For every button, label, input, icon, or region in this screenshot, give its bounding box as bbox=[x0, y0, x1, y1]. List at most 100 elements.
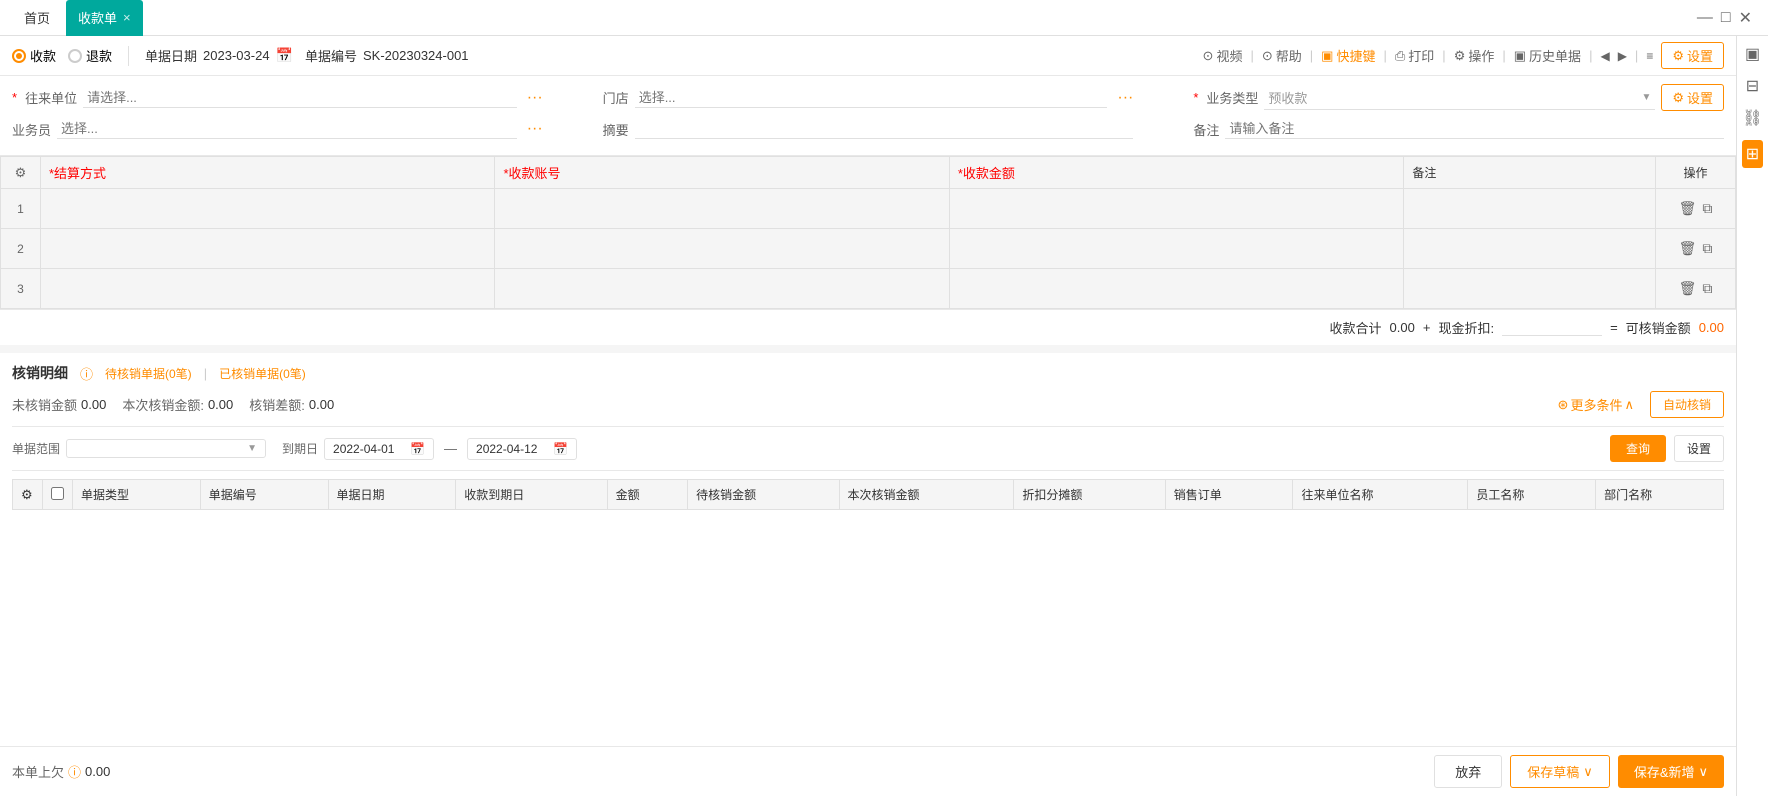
row-1-payment[interactable] bbox=[41, 189, 495, 229]
nav-left[interactable]: ◀ bbox=[1600, 49, 1609, 63]
bottom-stat: 本单上欠 ⓘ 0.00 bbox=[12, 762, 110, 781]
more-conditions-link[interactable]: ⊛ 更多条件 ∧ bbox=[1558, 395, 1634, 414]
row-3-account[interactable] bbox=[495, 269, 949, 309]
nav-right[interactable]: ▶ bbox=[1618, 49, 1627, 63]
this-time-stat: 本次核销金额: 0.00 bbox=[122, 395, 233, 414]
row-1-account[interactable] bbox=[495, 189, 949, 229]
verify-info-icon[interactable]: ⓘ bbox=[80, 364, 93, 383]
sidebar-icon-2[interactable]: ⊟ bbox=[1746, 76, 1759, 96]
partner-input[interactable] bbox=[83, 88, 517, 108]
tab-home[interactable]: 首页 bbox=[8, 0, 66, 36]
col-gear[interactable]: ⚙ bbox=[1, 157, 41, 189]
partner-more-icon[interactable]: ··· bbox=[527, 89, 543, 107]
row-2-delete-icon[interactable]: 🗑 bbox=[1679, 240, 1697, 257]
row-2-payment[interactable] bbox=[41, 229, 495, 269]
select-all-checkbox[interactable] bbox=[51, 487, 64, 500]
abandon-button[interactable]: 放弃 bbox=[1434, 755, 1502, 788]
history-action[interactable]: ▣ 历史单据 bbox=[1514, 46, 1581, 65]
date-label: 单据日期 bbox=[145, 46, 197, 65]
row-3-copy-icon[interactable]: ⧉ bbox=[1702, 280, 1712, 297]
save-new-button[interactable]: 保存&新增 ∨ bbox=[1618, 755, 1724, 788]
date-separator: — bbox=[444, 441, 457, 456]
close-button[interactable]: ✕ bbox=[1739, 8, 1752, 28]
row-1-amount[interactable] bbox=[949, 189, 1403, 229]
print-action[interactable]: ⎙ 打印 bbox=[1395, 46, 1434, 65]
date-from-icon: 📅 bbox=[410, 442, 425, 456]
total-label: 收款合计 bbox=[1330, 318, 1382, 337]
tab-close-icon[interactable]: × bbox=[123, 10, 131, 25]
business-type-dropdown[interactable]: 预收款 ▼ bbox=[1264, 86, 1655, 110]
setting-button[interactable]: 设置 bbox=[1674, 435, 1724, 462]
salesperson-more-icon[interactable]: ··· bbox=[527, 120, 543, 138]
save-new-label: 保存&新增 bbox=[1634, 762, 1695, 781]
list-view-icon[interactable]: ≡ bbox=[1646, 49, 1653, 63]
row-1-delete-icon[interactable]: 🗑 bbox=[1679, 200, 1697, 217]
done-tab[interactable]: 已核销单据(0笔) bbox=[219, 365, 306, 382]
diff-label: 核销差额: bbox=[249, 395, 305, 414]
save-draft-button[interactable]: 保存草稿 ∨ bbox=[1510, 755, 1610, 788]
video-action[interactable]: ⊙ 视频 bbox=[1203, 46, 1243, 65]
discount-input[interactable] bbox=[1502, 320, 1602, 336]
store-input[interactable] bbox=[635, 88, 1108, 108]
row-3-remark[interactable] bbox=[1404, 269, 1656, 309]
row-1-copy-icon[interactable]: ⧉ bbox=[1702, 200, 1712, 217]
row-3-amount[interactable] bbox=[949, 269, 1403, 309]
shortcut-action[interactable]: ▣ 快捷键 bbox=[1321, 46, 1375, 65]
summary-label: 摘要 bbox=[603, 120, 629, 139]
settings-gear-icon: ⚙ bbox=[1672, 48, 1684, 64]
remark-input[interactable] bbox=[1225, 119, 1724, 139]
save-new-chevron: ∨ bbox=[1698, 764, 1708, 780]
col-doc-num: 单据编号 bbox=[200, 480, 328, 510]
date-field: 单据日期 2023-03-24 📅 bbox=[145, 46, 293, 65]
row-1-remark[interactable] bbox=[1404, 189, 1656, 229]
form-settings-button[interactable]: ⚙ 设置 bbox=[1661, 84, 1724, 111]
row-2-account[interactable] bbox=[495, 229, 949, 269]
row-3-delete-icon[interactable]: 🗑 bbox=[1679, 280, 1697, 297]
row-2-amount[interactable] bbox=[949, 229, 1403, 269]
col-account-header: *收款账号 bbox=[495, 157, 949, 189]
date-from-picker[interactable]: 2022-04-01 📅 bbox=[324, 438, 434, 460]
settings-button[interactable]: ⚙ 设置 bbox=[1661, 42, 1724, 69]
number-value: SK-20230324-001 bbox=[363, 48, 469, 63]
date-to-icon: 📅 bbox=[553, 442, 568, 456]
gear-icon-verify[interactable]: ⚙ bbox=[21, 487, 33, 502]
help-action[interactable]: ⊙ 帮助 bbox=[1262, 46, 1302, 65]
tab-bar: 首页 收款单 × — □ ✕ bbox=[0, 0, 1768, 36]
right-sidebar: ▣ ⊟ ⛓ ⊞ bbox=[1736, 36, 1768, 796]
maximize-button[interactable]: □ bbox=[1721, 9, 1731, 27]
operation-action[interactable]: ⚙ 操作 bbox=[1454, 46, 1495, 65]
salesperson-input[interactable] bbox=[57, 119, 517, 139]
pending-tab[interactable]: 待核销单据(0笔) bbox=[105, 365, 192, 382]
query-button[interactable]: 查询 bbox=[1610, 435, 1666, 462]
sidebar-icon-3[interactable]: ⛓ bbox=[1742, 108, 1762, 128]
bottom-info-icon[interactable]: ⓘ bbox=[68, 762, 81, 781]
range-field: 单据范围 ▼ bbox=[12, 439, 266, 458]
row-2-copy-icon[interactable]: ⧉ bbox=[1702, 240, 1712, 257]
auto-verify-button[interactable]: 自动核销 bbox=[1650, 391, 1724, 418]
col-payment-header: *结算方式 bbox=[41, 157, 495, 189]
store-more-icon[interactable]: ··· bbox=[1117, 89, 1133, 107]
calendar-icon[interactable]: 📅 bbox=[276, 47, 293, 64]
date-from-text: 2022-04-01 bbox=[333, 442, 410, 456]
sidebar-icon-1[interactable]: ▣ bbox=[1745, 44, 1760, 64]
col-check: ⚙ bbox=[13, 480, 43, 510]
filter-icon: ⊛ bbox=[1558, 397, 1569, 413]
sidebar-icon-4[interactable]: ⊞ bbox=[1742, 140, 1763, 168]
row-3-payment[interactable] bbox=[41, 269, 495, 309]
diff-stat: 核销差额: 0.00 bbox=[249, 395, 334, 414]
row-3-op: 🗑 ⧉ bbox=[1656, 269, 1736, 309]
this-time-value: 0.00 bbox=[208, 397, 233, 412]
radio-receipt[interactable]: 收款 bbox=[12, 46, 56, 65]
operation-icon: ⚙ bbox=[1454, 48, 1466, 64]
minimize-button[interactable]: — bbox=[1697, 9, 1713, 27]
radio-refund[interactable]: 退款 bbox=[68, 46, 112, 65]
date-value: 2023-03-24 bbox=[203, 48, 270, 63]
business-type-label: 业务类型 bbox=[1206, 88, 1258, 107]
row-2-remark[interactable] bbox=[1404, 229, 1656, 269]
range-select-arrow: ▼ bbox=[247, 443, 257, 454]
table-gear-icon[interactable]: ⚙ bbox=[15, 165, 27, 180]
tab-receipt[interactable]: 收款单 × bbox=[66, 0, 143, 36]
summary-input[interactable] bbox=[635, 119, 1134, 139]
range-select[interactable]: ▼ bbox=[66, 439, 266, 458]
date-to-picker[interactable]: 2022-04-12 📅 bbox=[467, 438, 577, 460]
